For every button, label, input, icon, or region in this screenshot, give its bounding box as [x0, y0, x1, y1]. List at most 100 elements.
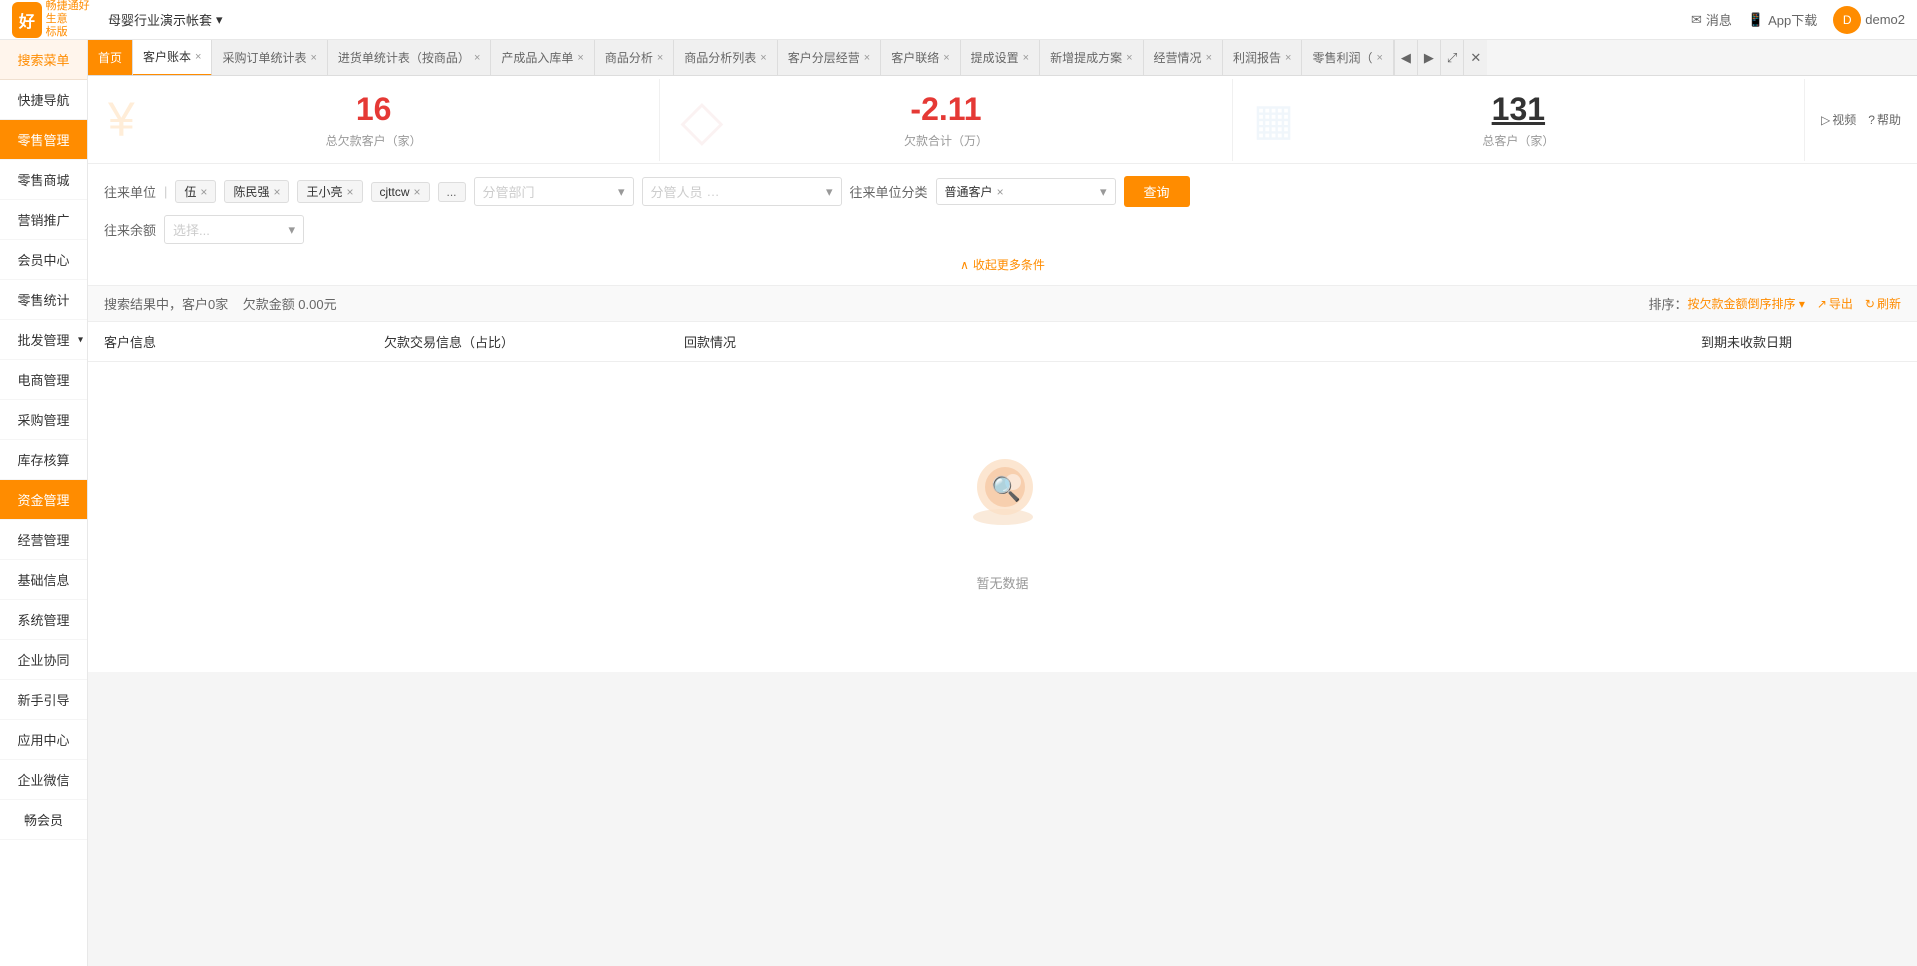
stat-value-debt-total: -2.11 [910, 91, 981, 128]
stat-bg-icon-1: ◇ [680, 87, 723, 153]
tab-new-commission[interactable]: 新增提成方案 × [1040, 40, 1143, 76]
top-bar: 好 畅捷通好生意 标版 母婴行业演示帐套 ▾ ✉ 消息 📱 App下载 D de… [0, 0, 1917, 40]
tab-production-inbound[interactable]: 产成品入库单 × [491, 40, 594, 76]
filter-dept-select[interactable]: 分管部门 ▾ [474, 177, 634, 206]
tab-close-production[interactable]: × [577, 52, 583, 64]
empty-icon: 🔍 [953, 442, 1053, 561]
stat-debt-customers: ¥ 16 总欠款客户（家） [88, 79, 660, 161]
sidebar-item-purchase[interactable]: 采购管理 [0, 400, 87, 440]
tab-close-profit[interactable]: × [1285, 52, 1291, 64]
sidebar: 搜索菜单 快捷导航 零售管理 零售商城 营销推广 会员中心 零售统计 批发管理 … [0, 40, 88, 966]
help-icon: ? [1868, 113, 1875, 127]
sort-button[interactable]: 按欠款金额倒序排序 ▾ [1687, 295, 1804, 312]
filter-tag-chen-close[interactable]: × [273, 185, 280, 199]
tab-close-purchase[interactable]: × [310, 52, 316, 64]
video-button[interactable]: ▷ 视频 [1821, 111, 1856, 128]
stat-total-customers: ▦ 131 总客户（家） [1233, 79, 1805, 161]
filter-row-2: 往来余额 选择... ▾ [104, 215, 1901, 244]
sidebar-item-member[interactable]: 畅会员 [0, 800, 87, 840]
sidebar-item-basic-info[interactable]: 基础信息 [0, 560, 87, 600]
filter-tag-cjttcw-close[interactable]: × [414, 185, 421, 199]
tab-product-analysis-list[interactable]: 商品分析列表 × [674, 40, 777, 76]
filter-remain-select[interactable]: 选择... ▾ [164, 215, 304, 244]
tab-customer-contact[interactable]: 客户联络 × [881, 40, 960, 76]
tab-close-commission[interactable]: × [1023, 52, 1029, 64]
tab-close-customer-ledger[interactable]: × [195, 51, 201, 63]
filter-class-tag-close[interactable]: × [997, 185, 1004, 199]
tab-retail-profit[interactable]: 零售利润（ × [1302, 40, 1393, 76]
tab-close-product-list[interactable]: × [760, 52, 766, 64]
sidebar-search[interactable]: 搜索菜单 [0, 40, 87, 80]
query-button[interactable]: 查询 [1124, 176, 1190, 207]
tab-close-customer-tier[interactable]: × [864, 52, 870, 64]
user-menu[interactable]: D demo2 [1833, 6, 1905, 34]
sidebar-item-system[interactable]: 系统管理 [0, 600, 87, 640]
tab-purchase-order-stats[interactable]: 采购订单统计表 × [212, 40, 327, 76]
col-header-payment: 回款情况 [684, 332, 1701, 351]
logo-text: 畅捷通好生意 标版 [46, 0, 100, 39]
tab-customer-ledger[interactable]: 客户账本 × [133, 40, 212, 76]
store-selector[interactable]: 母婴行业演示帐套 ▾ [108, 10, 227, 29]
tab-business-status[interactable]: 经营情况 × [1144, 40, 1223, 76]
filter-more-tags[interactable]: ... [438, 182, 466, 202]
stat-bg-icon-0: ¥ [108, 92, 135, 147]
col-header-debt: 欠款交易信息（占比） [384, 332, 684, 351]
result-bar: 搜索结果中，客户0家 欠款金额 0.00元 排序： 按欠款金额倒序排序 ▾ ↗ … [88, 286, 1917, 322]
tab-maximize-button[interactable]: ⤢ [1440, 40, 1463, 76]
empty-text: 暂无数据 [976, 573, 1028, 592]
tab-profit-report[interactable]: 利润报告 × [1223, 40, 1302, 76]
tab-close-inbound[interactable]: × [474, 52, 480, 64]
sidebar-item-app-center[interactable]: 应用中心 [0, 720, 87, 760]
tab-close-all-button[interactable]: ✕ [1463, 40, 1487, 76]
sidebar-item-marketing[interactable]: 营销推广 [0, 200, 87, 240]
page-content: ¥ 16 总欠款客户（家） ◇ -2.11 欠款合计（万） ▦ 131 总客户（… [88, 76, 1917, 966]
sidebar-item-enterprise[interactable]: 企业协同 [0, 640, 87, 680]
tab-home[interactable]: 首页 [88, 40, 133, 76]
message-button[interactable]: ✉ 消息 [1691, 10, 1732, 29]
collapse-button[interactable]: ∧ 收起更多条件 [960, 256, 1045, 273]
tab-product-analysis[interactable]: 商品分析 × [595, 40, 674, 76]
filter-tag-wu: 伍 × [175, 180, 216, 203]
tab-inbound-stats[interactable]: 进货单统计表（按商品） × [328, 40, 491, 76]
tab-prev-button[interactable]: ◀ [1394, 40, 1417, 76]
tab-commission-setting[interactable]: 提成设置 × [961, 40, 1040, 76]
filter-remain-label: 往来余额 [104, 220, 156, 239]
app-download-button[interactable]: 📱 App下载 [1748, 10, 1817, 29]
sidebar-item-inventory[interactable]: 库存核算 [0, 440, 87, 480]
filter-class-label: 往来单位分类 [850, 182, 928, 201]
sidebar-item-ecommerce[interactable]: 电商管理 [0, 360, 87, 400]
sidebar-item-finance[interactable]: 资金管理 [0, 480, 87, 520]
sidebar-item-retail-mall[interactable]: 零售商城 [0, 160, 87, 200]
export-button[interactable]: ↗ 导出 [1817, 295, 1853, 312]
filter-class-select[interactable]: 普通客户 × ▾ [936, 178, 1116, 205]
tab-bar: 首页 客户账本 × 采购订单统计表 × 进货单统计表（按商品） × 产成品入库单… [88, 40, 1917, 76]
filter-tag-chen: 陈民强 × [224, 180, 289, 203]
refresh-button[interactable]: ↻ 刷新 [1865, 295, 1901, 312]
stat-value-total-customers: 131 [1492, 91, 1545, 128]
search-result-text: 搜索结果中，客户0家 欠款金额 0.00元 [104, 294, 1648, 313]
sidebar-item-operations[interactable]: 经营管理 [0, 520, 87, 560]
help-button[interactable]: ? 帮助 [1868, 111, 1901, 128]
sidebar-item-guide[interactable]: 新手引导 [0, 680, 87, 720]
filter-person-select[interactable]: 分管人员 … ▾ [642, 177, 842, 206]
empty-state: 🔍 暂无数据 [88, 362, 1917, 672]
filter-tag-wang-close[interactable]: × [346, 185, 353, 199]
sidebar-item-wechat[interactable]: 企业微信 [0, 760, 87, 800]
refresh-icon: ↻ [1865, 297, 1875, 311]
sidebar-item-retail-stats[interactable]: 零售统计 [0, 280, 87, 320]
tab-close-contact[interactable]: × [943, 52, 949, 64]
sidebar-item-retail-management[interactable]: 零售管理 [0, 120, 87, 160]
svg-text:🔍: 🔍 [991, 473, 1021, 503]
filter-tag-wu-close[interactable]: × [200, 185, 207, 199]
tab-close-new-commission[interactable]: × [1126, 52, 1132, 64]
tab-close-product[interactable]: × [657, 52, 663, 64]
tab-close-retail-profit[interactable]: × [1376, 52, 1382, 64]
tab-customer-tier[interactable]: 客户分层经营 × [778, 40, 881, 76]
sidebar-item-member-center[interactable]: 会员中心 [0, 240, 87, 280]
tab-close-business[interactable]: × [1206, 52, 1212, 64]
sidebar-quick-nav[interactable]: 快捷导航 [0, 80, 87, 120]
sort-arrow-icon: ▾ [1799, 297, 1805, 311]
col-header-date: 到期未收款日期 [1701, 332, 1901, 351]
sidebar-item-wholesale[interactable]: 批发管理 [0, 320, 87, 360]
tab-next-button[interactable]: ▶ [1417, 40, 1440, 76]
